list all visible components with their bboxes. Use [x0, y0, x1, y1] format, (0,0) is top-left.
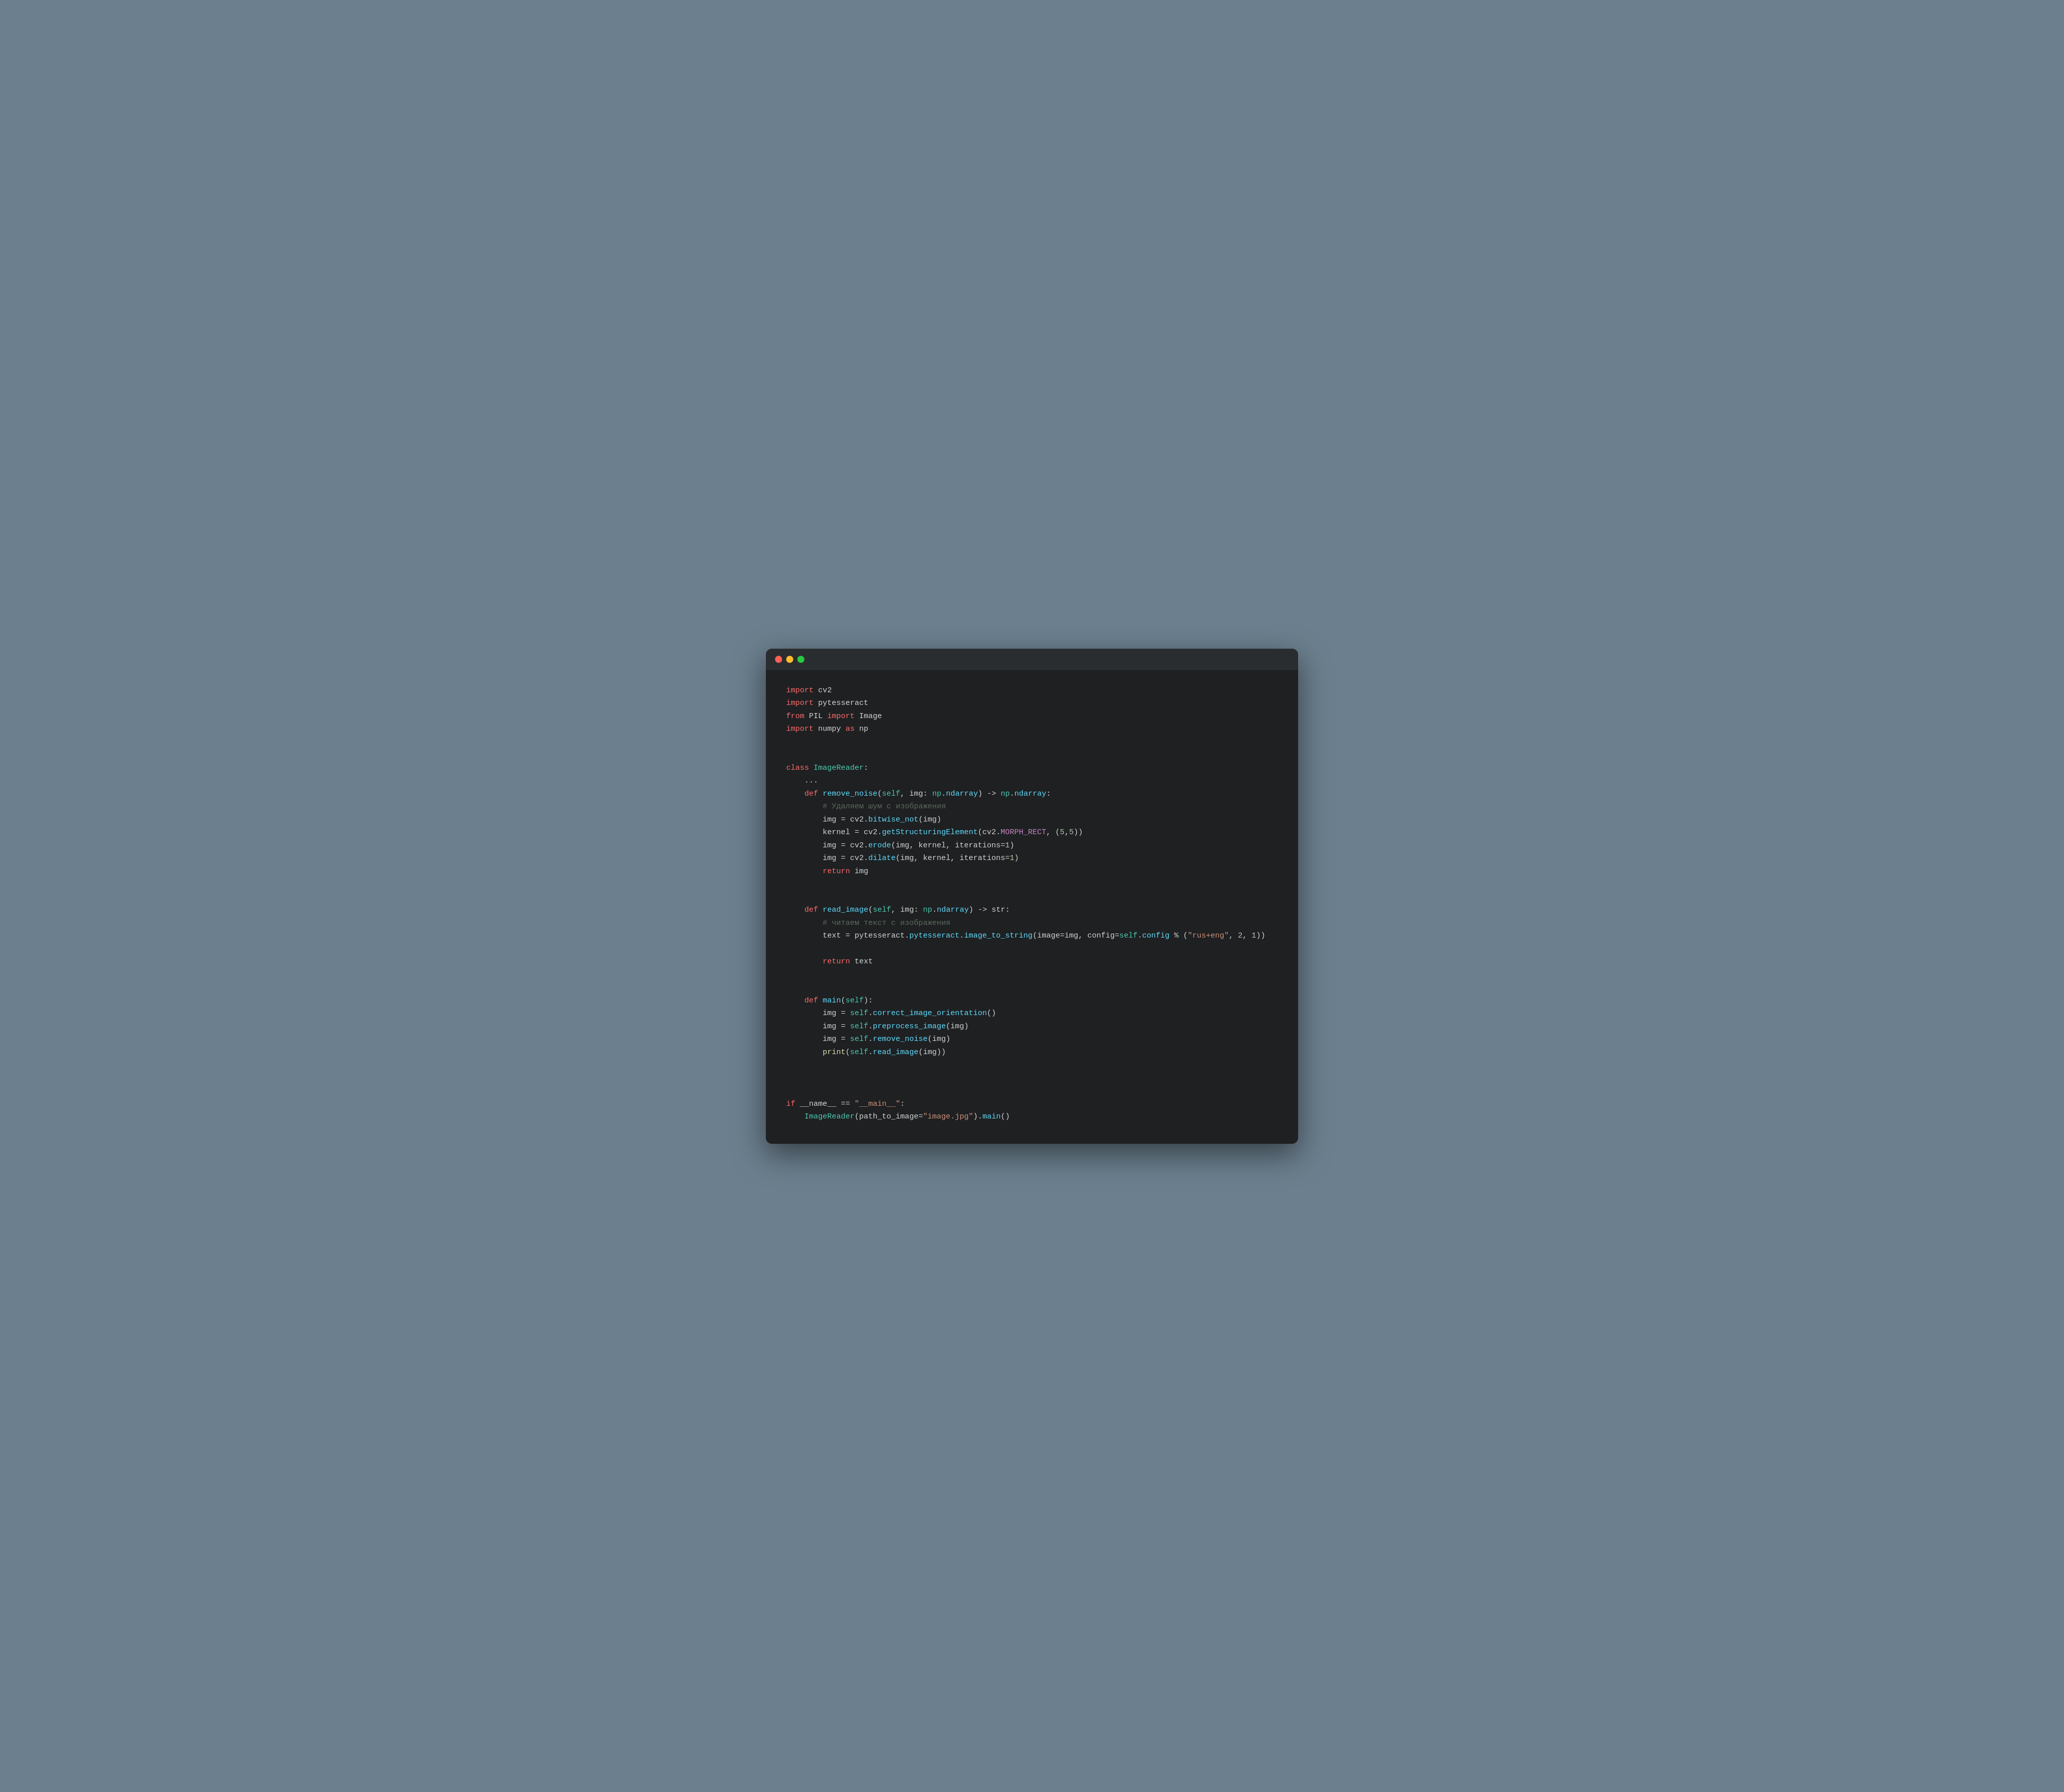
code-editor-window: import cv2 import pytesseract from PIL i…	[766, 649, 1298, 1144]
close-button[interactable]	[775, 656, 782, 663]
minimize-button[interactable]	[786, 656, 793, 663]
maximize-button[interactable]	[797, 656, 804, 663]
title-bar	[766, 649, 1298, 670]
code-content: import cv2 import pytesseract from PIL i…	[766, 670, 1298, 1144]
